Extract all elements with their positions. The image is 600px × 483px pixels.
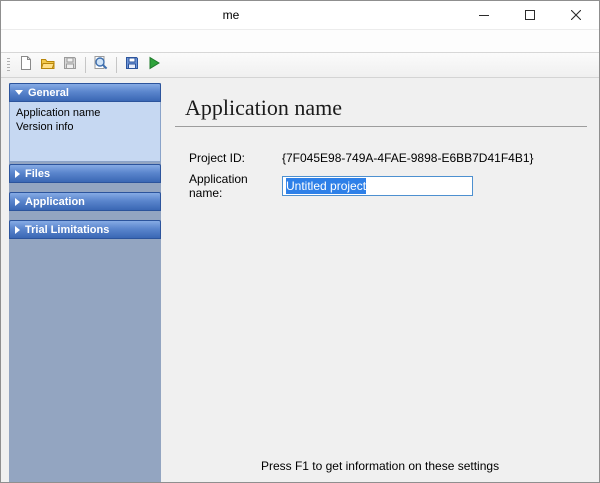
chevron-right-icon	[15, 170, 20, 178]
build-disk-icon	[124, 55, 140, 76]
sidebar-section-trial-limitations[interactable]: Trial Limitations	[9, 220, 161, 239]
chevron-right-icon	[15, 198, 20, 206]
sidebar-panel-general: Application name Version info	[9, 102, 161, 162]
run-play-icon	[146, 55, 162, 76]
sidebar-item-application-name[interactable]: Application name	[16, 106, 160, 120]
toolbar	[1, 53, 599, 78]
save-disk-icon	[62, 55, 78, 76]
maximize-button[interactable]	[507, 1, 553, 29]
new-document-icon	[18, 55, 34, 76]
app-window: me	[0, 0, 600, 483]
sidebar-pane: General Application name Version info Fi…	[1, 78, 161, 482]
titlebar: me	[1, 1, 599, 30]
minimize-button[interactable]	[461, 1, 507, 29]
sidebar-gap	[9, 211, 161, 220]
sidebar-section-label: Trial Limitations	[25, 224, 109, 236]
sidebar-background	[9, 239, 161, 482]
open-folder-icon	[40, 55, 56, 76]
menubar	[1, 30, 599, 53]
sidebar-section-label: Application	[25, 196, 85, 208]
page-title: Application name	[185, 95, 591, 121]
content-pane: Application name Project ID: {7F045E98-7…	[161, 78, 599, 482]
sidebar-item-version-info[interactable]: Version info	[16, 120, 160, 134]
magnifier-icon	[93, 55, 109, 76]
toolbar-gripper[interactable]	[7, 58, 10, 73]
title-divider	[175, 126, 587, 127]
application-name-input[interactable]: Untitled project	[282, 176, 473, 196]
sidebar-gap	[9, 183, 161, 192]
open-project-button[interactable]	[37, 54, 59, 76]
toolbar-separator	[116, 57, 117, 73]
application-name-label: Application name:	[189, 172, 282, 200]
help-hint-text: Press F1 to get information on these set…	[161, 459, 599, 473]
main-area: General Application name Version info Fi…	[1, 78, 599, 482]
toolbar-separator	[85, 57, 86, 73]
project-id-label: Project ID:	[189, 151, 282, 165]
window-controls	[461, 1, 599, 29]
sidebar-section-application[interactable]: Application	[9, 192, 161, 211]
new-project-button[interactable]	[15, 54, 37, 76]
minimize-icon	[479, 10, 489, 20]
sidebar-section-general[interactable]: General	[9, 83, 161, 102]
preview-button[interactable]	[90, 54, 112, 76]
application-name-row: Application name: Untitled project	[189, 172, 591, 200]
project-id-row: Project ID: {7F045E98-749A-4FAE-9898-E6B…	[189, 151, 591, 165]
sidebar-section-label: Files	[25, 168, 50, 180]
close-button[interactable]	[553, 1, 599, 29]
run-button[interactable]	[143, 54, 165, 76]
sidebar-section-label: General	[28, 87, 69, 99]
build-button[interactable]	[121, 54, 143, 76]
sidebar-section-files[interactable]: Files	[9, 164, 161, 183]
chevron-right-icon	[15, 226, 20, 234]
application-name-selected-text: Untitled project	[286, 178, 366, 194]
window-title: me	[1, 1, 461, 29]
project-id-value: {7F045E98-749A-4FAE-9898-E6BB7D41F4B1}	[282, 151, 534, 165]
sidebar: General Application name Version info Fi…	[9, 83, 161, 482]
save-project-button[interactable]	[59, 54, 81, 76]
close-icon	[571, 10, 581, 20]
maximize-icon	[525, 10, 535, 20]
chevron-down-icon	[15, 90, 23, 95]
